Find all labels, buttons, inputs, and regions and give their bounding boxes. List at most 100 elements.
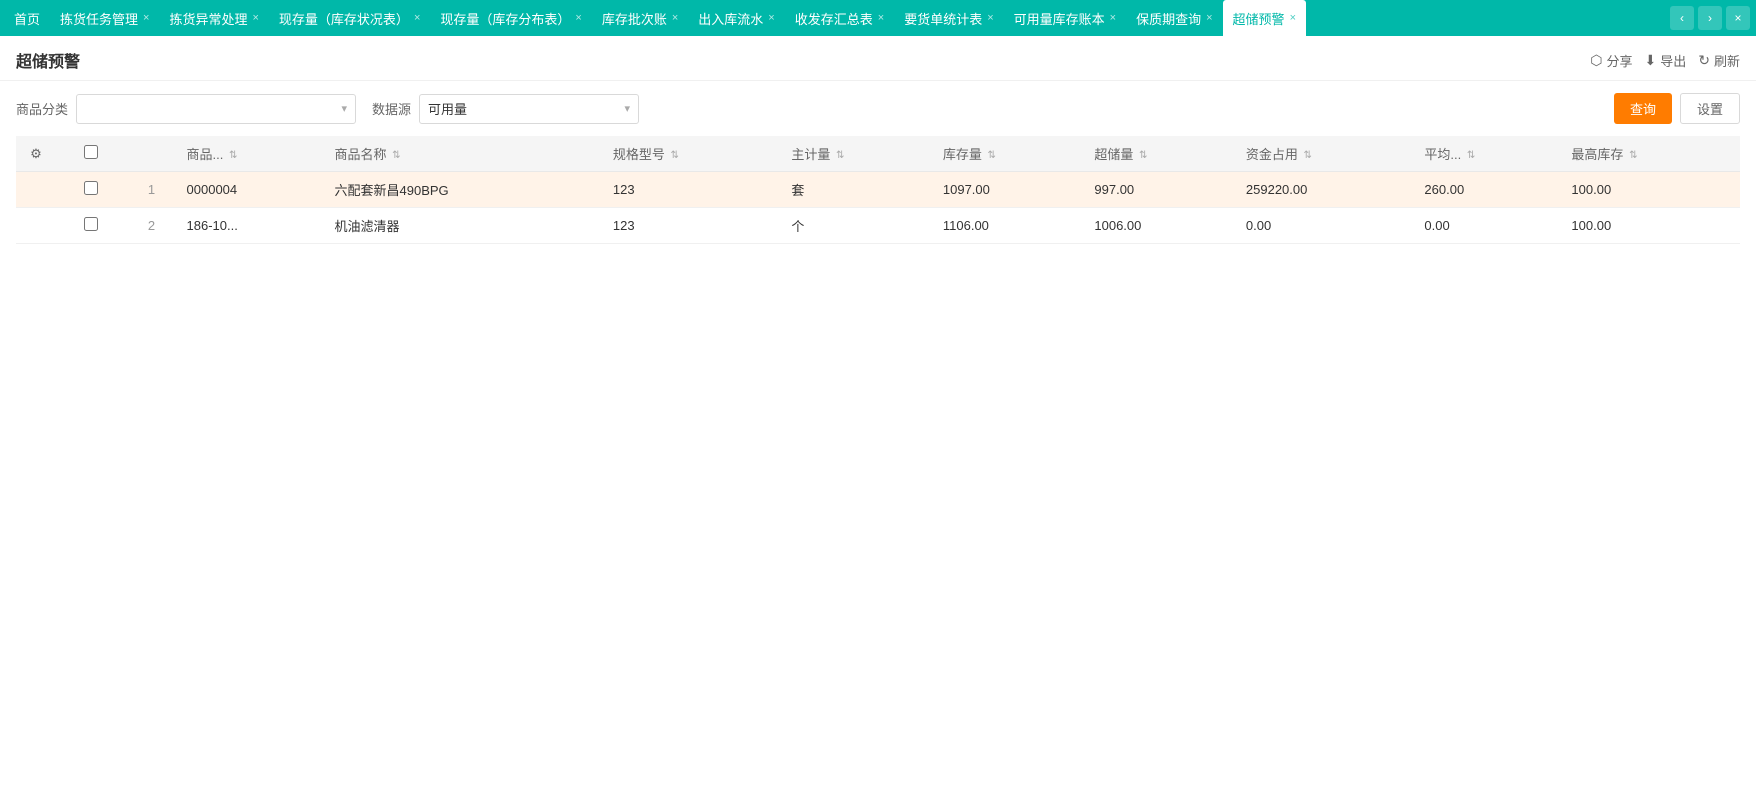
close-icon[interactable]: × [1110, 12, 1116, 24]
close-icon[interactable]: × [143, 12, 149, 24]
nav-prev-arrow[interactable]: ‹ [1670, 6, 1694, 30]
nav-item-home[interactable]: 首页 [4, 0, 50, 36]
gear-column-header[interactable]: ⚙ [16, 136, 56, 172]
select-all-checkbox[interactable] [84, 145, 98, 159]
table-row: 1 0000004 六配套新昌490BPG 123 套 1097.00 997.… [16, 172, 1740, 208]
data-source-group: 数据源 可用量 ▾ [372, 94, 639, 124]
sort-icon: ⇅ [836, 150, 844, 161]
sort-icon: ⇅ [988, 150, 996, 161]
nav-item-pick-exception[interactable]: 拣货异常处理 × [159, 0, 268, 36]
spec-column-header[interactable]: 规格型号 ⇅ [603, 136, 782, 172]
capital-label: 资金占用 [1246, 147, 1298, 162]
row-spec: 123 [603, 208, 782, 244]
row-gear-cell [16, 208, 56, 244]
unit-column-header[interactable]: 主计量 ⇅ [781, 136, 933, 172]
product-category-label: 商品分类 [16, 99, 68, 118]
close-icon[interactable]: × [414, 12, 420, 24]
settings-button[interactable]: 设置 [1680, 93, 1740, 124]
refresh-icon: ↻ [1698, 52, 1710, 69]
table-row: 2 186-10... 机油滤清器 123 个 1106.00 1006.00 … [16, 208, 1740, 244]
share-label: 分享 [1606, 51, 1632, 70]
nav-item-expiry[interactable]: 保质期查询 × [1126, 0, 1222, 36]
nav-label-inventory-dist: 现存量（库存分布表） [440, 9, 570, 28]
close-icon[interactable]: × [252, 12, 258, 24]
close-icon[interactable]: × [768, 12, 774, 24]
query-button[interactable]: 查询 [1614, 93, 1672, 124]
page-container: 超储预警 ⬡ 分享 ⬇ 导出 ↻ 刷新 商品分类 ▾ 数据源 [0, 36, 1756, 800]
export-icon: ⬇ [1645, 52, 1657, 69]
product-code-column-header[interactable]: 商品... ⇅ [177, 136, 325, 172]
sort-icon: ⇅ [392, 150, 400, 161]
table-header-row: ⚙ 商品... ⇅ 商品名称 ⇅ 规格型号 [16, 136, 1740, 172]
sort-icon: ⇅ [1467, 150, 1475, 161]
max-stock-label: 最高库存 [1571, 147, 1623, 162]
header-actions: ⬡ 分享 ⬇ 导出 ↻ 刷新 [1590, 51, 1740, 70]
close-icon[interactable]: × [878, 12, 884, 24]
share-action[interactable]: ⬡ 分享 [1590, 51, 1632, 70]
page-title: 超储预警 [16, 48, 80, 72]
nav-label-overstock: 超储预警 [1233, 9, 1285, 28]
row-checkbox[interactable] [84, 181, 98, 195]
close-icon[interactable]: × [987, 12, 993, 24]
nav-close-arrow[interactable]: × [1726, 6, 1750, 30]
table-container: ⚙ 商品... ⇅ 商品名称 ⇅ 规格型号 [0, 136, 1756, 244]
nav-label-pick-task: 拣货任务管理 [60, 9, 138, 28]
nav-label-pick-exception: 拣货异常处理 [169, 9, 247, 28]
sort-icon: ⇅ [1139, 150, 1147, 161]
row-avg: 0.00 [1414, 208, 1561, 244]
row-unit: 个 [781, 208, 933, 244]
nav-label-batch-account: 库存批次账 [602, 9, 667, 28]
close-icon[interactable]: × [575, 12, 581, 24]
nav-item-inventory-dist[interactable]: 现存量（库存分布表） × [430, 0, 591, 36]
nav-item-flow[interactable]: 出入库流水 × [688, 0, 784, 36]
row-overstock: 1006.00 [1084, 208, 1236, 244]
nav-item-pick-task[interactable]: 拣货任务管理 × [50, 0, 159, 36]
avg-label: 平均... [1424, 147, 1461, 162]
row-checkbox[interactable] [84, 217, 98, 231]
sort-icon: ⇅ [1304, 150, 1312, 161]
data-source-value: 可用量 [428, 99, 467, 118]
filter-row: 商品分类 ▾ 数据源 可用量 ▾ 查询 设置 [0, 81, 1756, 136]
close-icon[interactable]: × [1206, 12, 1212, 24]
row-max-stock: 100.00 [1561, 208, 1740, 244]
product-name-label: 商品名称 [335, 147, 387, 162]
close-icon[interactable]: × [672, 12, 678, 24]
sort-icon: ⇅ [1629, 150, 1637, 161]
refresh-action[interactable]: ↻ 刷新 [1698, 51, 1740, 70]
overstock-table: ⚙ 商品... ⇅ 商品名称 ⇅ 规格型号 [16, 136, 1740, 244]
product-category-select[interactable]: ▾ [76, 94, 356, 124]
nav-item-order-stat[interactable]: 要货单统计表 × [894, 0, 1003, 36]
overstock-label: 超储量 [1094, 147, 1133, 162]
product-name-column-header[interactable]: 商品名称 ⇅ [325, 136, 603, 172]
row-num-cell: 2 [127, 208, 177, 244]
nav-item-available-stock[interactable]: 可用量库存账本 × [1004, 0, 1126, 36]
data-source-select[interactable]: 可用量 ▾ [419, 94, 639, 124]
capital-column-header[interactable]: 资金占用 ⇅ [1236, 136, 1415, 172]
filter-buttons: 查询 设置 [1614, 93, 1740, 124]
nav-label-available-stock: 可用量库存账本 [1014, 9, 1105, 28]
max-stock-column-header[interactable]: 最高库存 ⇅ [1561, 136, 1740, 172]
nav-item-summary[interactable]: 收发存汇总表 × [785, 0, 894, 36]
export-action[interactable]: ⬇ 导出 [1645, 51, 1687, 70]
close-icon[interactable]: × [1290, 12, 1296, 24]
row-checkbox-cell[interactable] [56, 172, 127, 208]
nav-next-arrow[interactable]: › [1698, 6, 1722, 30]
avg-column-header[interactable]: 平均... ⇅ [1414, 136, 1561, 172]
unit-label: 主计量 [791, 147, 830, 162]
row-inventory: 1106.00 [933, 208, 1085, 244]
overstock-column-header[interactable]: 超储量 ⇅ [1084, 136, 1236, 172]
nav-item-overstock[interactable]: 超储预警 × [1223, 0, 1306, 36]
nav-label-summary: 收发存汇总表 [795, 9, 873, 28]
row-product-code: 186-10... [177, 208, 325, 244]
checkbox-column-header[interactable] [56, 136, 127, 172]
data-source-label: 数据源 [372, 99, 411, 118]
nav-item-batch-account[interactable]: 库存批次账 × [592, 0, 688, 36]
row-checkbox-cell[interactable] [56, 208, 127, 244]
row-gear-cell [16, 172, 56, 208]
row-product-name: 机油滤清器 [325, 208, 603, 244]
nav-item-inventory-status[interactable]: 现存量（库存状况表） × [269, 0, 430, 36]
refresh-label: 刷新 [1714, 51, 1740, 70]
row-num-cell: 1 [127, 172, 177, 208]
export-label: 导出 [1660, 51, 1686, 70]
inventory-column-header[interactable]: 库存量 ⇅ [933, 136, 1085, 172]
